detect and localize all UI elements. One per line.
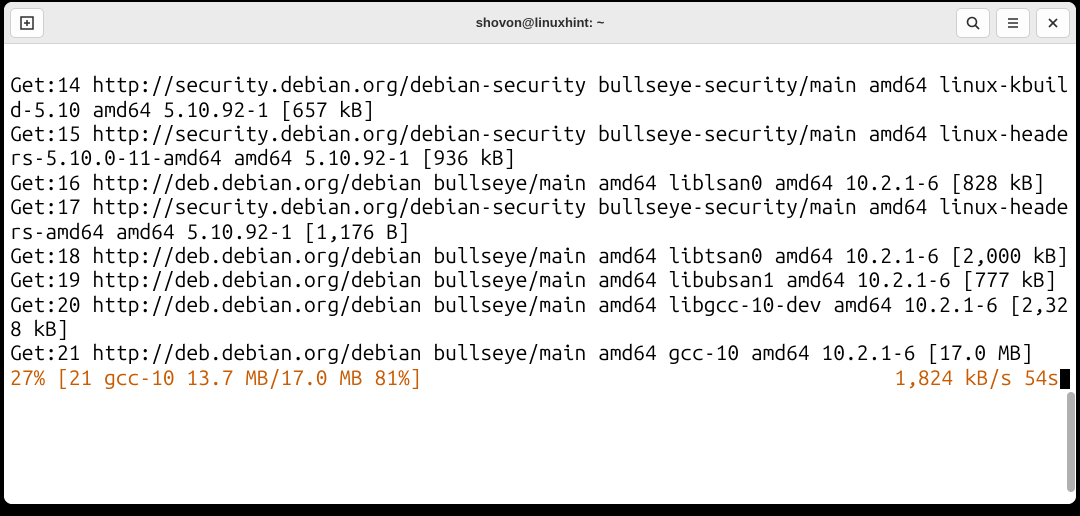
output-line: Get:17 http://security.debian.org/debian… <box>10 194 1070 243</box>
progress-right: 1,824 kB/s 54s <box>894 365 1059 389</box>
output-line: Get:14 http://security.debian.org/debian… <box>10 72 1070 121</box>
new-tab-button[interactable] <box>10 8 44 38</box>
scrollbar-thumb[interactable] <box>1067 392 1075 492</box>
output-line: Get:15 http://security.debian.org/debian… <box>10 121 1070 170</box>
output-line: Get:16 http://deb.debian.org/debian bull… <box>10 170 1070 194</box>
titlebar: shovon@linuxhint: ~ <box>4 2 1076 44</box>
new-tab-icon <box>19 15 35 31</box>
output-line: Get:18 http://deb.debian.org/debian bull… <box>10 243 1070 267</box>
progress-left: 27% [21 gcc-10 13.7 MB/17.0 MB 81%] <box>10 365 422 389</box>
window-title: shovon@linuxhint: ~ <box>476 15 605 30</box>
output-line: Get:19 http://deb.debian.org/debian bull… <box>10 267 1070 291</box>
progress-line: 27% [21 gcc-10 13.7 MB/17.0 MB 81%] 1,824… <box>10 365 1070 389</box>
scrollbar[interactable] <box>1066 47 1076 501</box>
output-line: Get:21 http://deb.debian.org/debian bull… <box>10 340 1070 364</box>
close-icon <box>1045 15 1061 31</box>
close-button[interactable] <box>1036 8 1070 38</box>
terminal-output[interactable]: Get:14 http://security.debian.org/debian… <box>4 44 1076 504</box>
hamburger-icon <box>1005 15 1021 31</box>
terminal-window: shovon@linuxhint: ~ <box>4 2 1076 504</box>
search-button[interactable] <box>956 8 990 38</box>
menu-button[interactable] <box>996 8 1030 38</box>
search-icon <box>965 15 981 31</box>
output-line: Get:20 http://deb.debian.org/debian bull… <box>10 292 1070 341</box>
